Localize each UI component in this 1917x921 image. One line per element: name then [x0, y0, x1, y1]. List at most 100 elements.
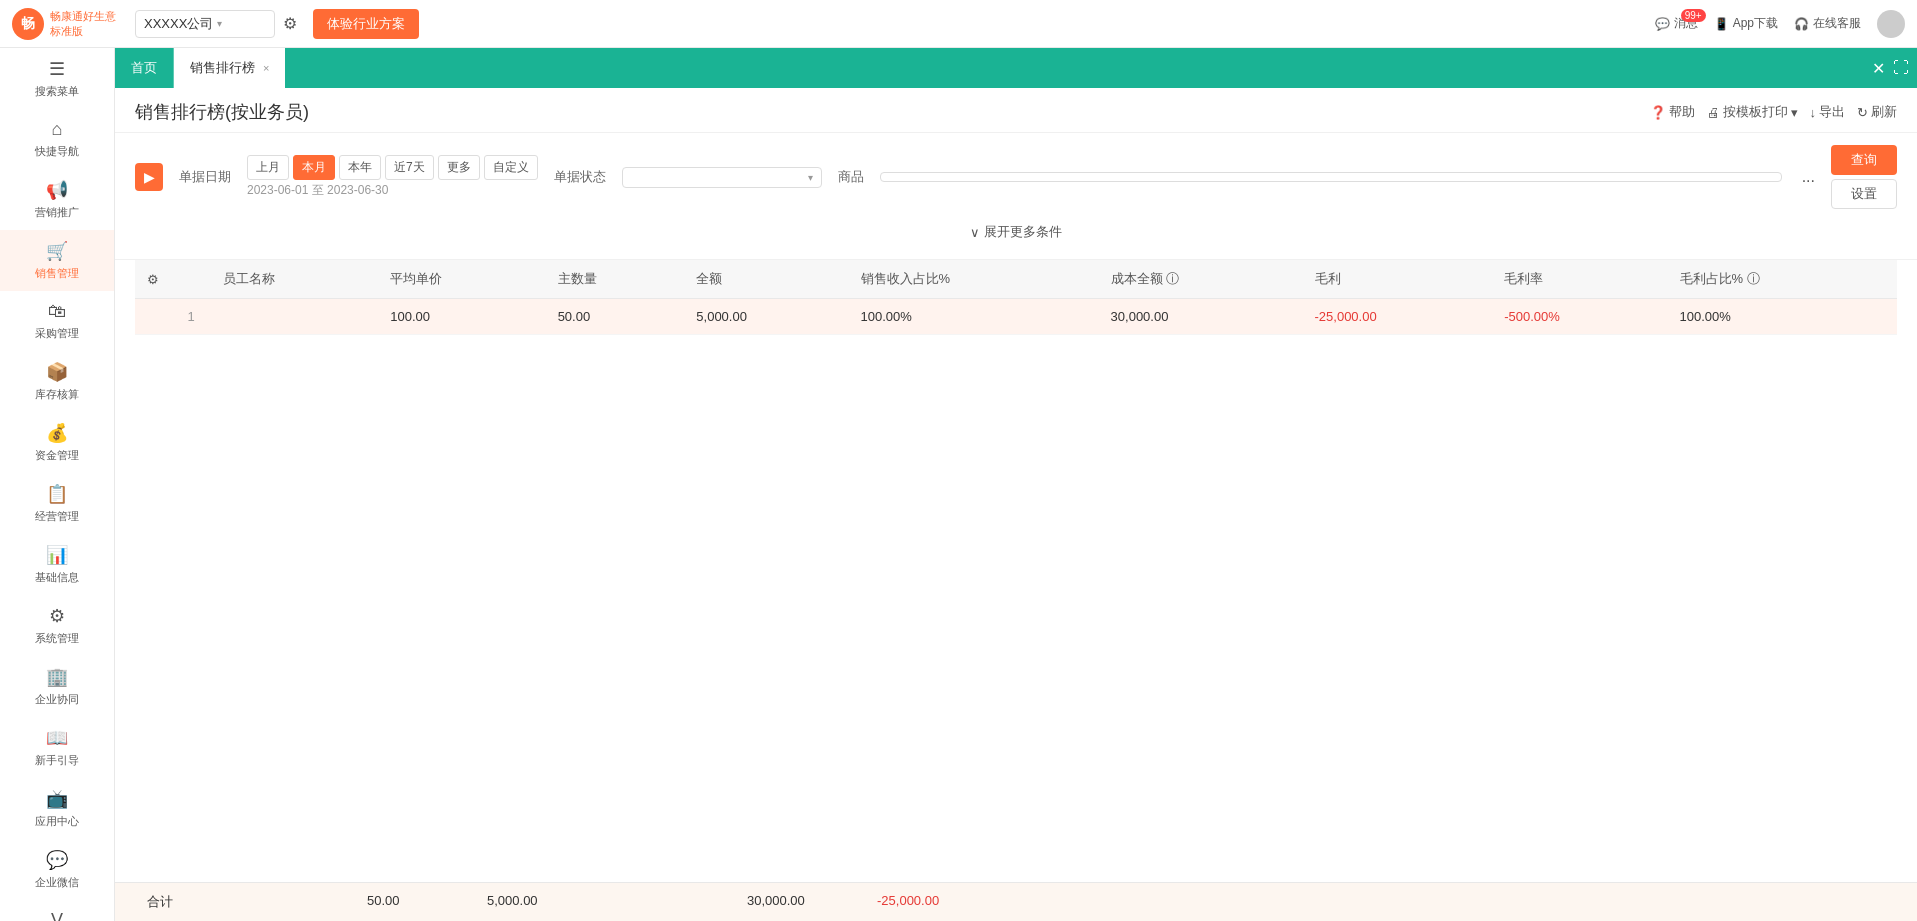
- date-btn-last-month[interactable]: 上月: [247, 155, 289, 180]
- tab-close-icon[interactable]: ×: [263, 62, 269, 74]
- date-label: 单据日期: [179, 168, 231, 186]
- table-area: ⚙ 员工名称 平均单价 主数量 全额 销售收入占比% 成本全额 ⓘ 毛利 毛: [115, 260, 1917, 882]
- export-btn[interactable]: ↓ 导出: [1810, 103, 1846, 121]
- online-support-btn[interactable]: 🎧 在线客服: [1794, 15, 1861, 32]
- page-header: 销售排行榜(按业务员) ❓ 帮助 🖨 按模板打印 ▾ ↓: [115, 88, 1917, 133]
- experience-btn[interactable]: 体验行业方案: [313, 9, 419, 39]
- col-rank: [171, 260, 211, 299]
- page-header-actions: ❓ 帮助 🖨 按模板打印 ▾ ↓ 导出 ↻: [1650, 103, 1898, 121]
- tab-home[interactable]: 首页: [115, 48, 174, 88]
- footer-gross: -25,000.00: [877, 893, 1007, 911]
- sidebar: ☰ 搜索菜单 ⌂ 快捷导航 📢 营销推广 🛒 销售管理 🛍 采购管理 📦 库存核…: [0, 48, 115, 921]
- row-rank: 1: [171, 299, 211, 335]
- app-download-btn[interactable]: 📱 App下载: [1714, 15, 1778, 32]
- date-btn-this-year[interactable]: 本年: [339, 155, 381, 180]
- row-gross-rate: -500.00%: [1492, 299, 1667, 335]
- sidebar-item-app-center[interactable]: 📺 应用中心: [0, 778, 114, 839]
- member-icon: V: [51, 910, 63, 921]
- table-footer: 合计 50.00 5,000.00 30,000.00 -25,000.00: [115, 882, 1917, 921]
- sidebar-item-enterprise-wechat[interactable]: 💬 企业微信: [0, 839, 114, 900]
- col-avg-price: 平均单价: [378, 260, 545, 299]
- sidebar-item-inventory[interactable]: 📦 库存核算: [0, 351, 114, 412]
- goods-label: 商品: [838, 168, 864, 186]
- logo: 畅 畅康通好生意 标准版: [12, 8, 127, 40]
- more-dots-btn[interactable]: ...: [1802, 168, 1815, 186]
- status-select[interactable]: ▾: [622, 167, 822, 188]
- logo-icon: 畅: [12, 8, 44, 40]
- logo-text: 畅康通好生意 标准版: [50, 9, 116, 38]
- row-gross: -25,000.00: [1303, 299, 1493, 335]
- message-btn[interactable]: 💬 消息 99+: [1655, 15, 1698, 32]
- col-gross-rate: 毛利率: [1492, 260, 1667, 299]
- print-btn[interactable]: 🖨 按模板打印 ▾: [1707, 103, 1798, 121]
- settings-btn[interactable]: 设置: [1831, 179, 1897, 209]
- topbar-settings-icon[interactable]: ⚙: [283, 14, 297, 33]
- sidebar-item-basic-info[interactable]: 📊 基础信息: [0, 534, 114, 595]
- row-sales-pct: 100.00%: [849, 299, 1099, 335]
- message-badge: 99+: [1681, 9, 1706, 22]
- row-settings-cell: [135, 299, 171, 335]
- content-area: 首页 销售排行榜 × ✕ ⛶ 销售排行榜(按业务员) ❓: [115, 48, 1917, 921]
- row-employee: [211, 299, 378, 335]
- sidebar-item-marketing[interactable]: 📢 营销推广: [0, 169, 114, 230]
- row-avg-price: 100.00: [378, 299, 545, 335]
- row-amount: 5,000.00: [684, 299, 848, 335]
- sidebar-item-operations[interactable]: 📋 经营管理: [0, 473, 114, 534]
- topbar: 畅 畅康通好生意 标准版 XXXXX公司 ▾ ⚙ 体验行业方案 💬 消息 99+…: [0, 0, 1917, 48]
- tab-sales-ranking[interactable]: 销售排行榜 ×: [174, 48, 285, 88]
- query-btn[interactable]: 查询: [1831, 145, 1897, 175]
- footer-amount: 5,000.00: [487, 893, 627, 911]
- basic-info-icon: 📊: [46, 544, 68, 566]
- finance-icon: 💰: [46, 422, 68, 444]
- filter-toggle-btn[interactable]: ▶: [135, 163, 163, 191]
- col-gross: 毛利: [1303, 260, 1493, 299]
- sidebar-item-search-order[interactable]: ☰ 搜索菜单: [0, 48, 114, 109]
- tab-window-close-icon[interactable]: ✕: [1872, 59, 1885, 78]
- chevron-down-icon: ▾: [217, 18, 222, 29]
- print-icon: 🖨: [1707, 105, 1720, 120]
- tab-right-controls: ✕ ⛶: [1872, 59, 1917, 78]
- date-btn-7days[interactable]: 近7天: [385, 155, 434, 180]
- col-amount: 全额: [684, 260, 848, 299]
- help-btn[interactable]: ❓ 帮助: [1650, 103, 1695, 121]
- expand-icon: ∨: [970, 225, 980, 240]
- date-btn-more[interactable]: 更多: [438, 155, 480, 180]
- sidebar-item-finance[interactable]: 💰 资金管理: [0, 412, 114, 473]
- row-gross-pct: 100.00%: [1668, 299, 1897, 335]
- avatar[interactable]: [1877, 10, 1905, 38]
- action-btns: 查询 设置: [1831, 145, 1897, 209]
- home-icon: ⌂: [52, 119, 63, 140]
- expand-conditions-btn[interactable]: ∨ 展开更多条件: [964, 217, 1068, 247]
- sidebar-item-quick-nav[interactable]: ⌂ 快捷导航: [0, 109, 114, 169]
- sidebar-item-purchase-mgmt[interactable]: 🛍 采购管理: [0, 291, 114, 351]
- topbar-right: 💬 消息 99+ 📱 App下载 🎧 在线客服: [1655, 10, 1905, 38]
- sidebar-item-enterprise-collab[interactable]: 🏢 企业协同: [0, 656, 114, 717]
- filter-expand-row: ∨ 展开更多条件: [135, 217, 1897, 247]
- page-content: 销售排行榜(按业务员) ❓ 帮助 🖨 按模板打印 ▾ ↓: [115, 88, 1917, 921]
- refresh-btn[interactable]: ↻ 刷新: [1857, 103, 1897, 121]
- table-header-row: ⚙ 员工名称 平均单价 主数量 全额 销售收入占比% 成本全额 ⓘ 毛利 毛: [135, 260, 1897, 299]
- col-gross-pct: 毛利占比% ⓘ: [1668, 260, 1897, 299]
- date-btn-custom[interactable]: 自定义: [484, 155, 538, 180]
- company-selector[interactable]: XXXXX公司 ▾: [135, 10, 275, 38]
- sidebar-item-system-mgmt[interactable]: ⚙ 系统管理: [0, 595, 114, 656]
- footer-main-qty: 50.00: [367, 893, 487, 911]
- print-chevron-icon: ▾: [1791, 105, 1798, 120]
- sidebar-item-member[interactable]: V 畅会员: [0, 900, 114, 921]
- footer-sales-pct-spacer: [627, 893, 747, 911]
- sidebar-item-beginner-guide[interactable]: 📖 新手引导: [0, 717, 114, 778]
- tab-maximize-icon[interactable]: ⛶: [1893, 59, 1909, 77]
- col-settings[interactable]: ⚙: [135, 260, 171, 299]
- sidebar-item-sales-mgmt[interactable]: 🛒 销售管理: [0, 230, 114, 291]
- operations-icon: 📋: [46, 483, 68, 505]
- footer-label: 合计: [147, 893, 367, 911]
- refresh-icon: ↻: [1857, 105, 1868, 120]
- date-btn-this-month[interactable]: 本月: [293, 155, 335, 180]
- filter-row: ▶ 单据日期 上月 本月 本年 近7天 更多 自定义: [135, 145, 1897, 209]
- column-settings-icon[interactable]: ⚙: [147, 272, 159, 287]
- col-sales-pct: 销售收入占比%: [849, 260, 1099, 299]
- purchase-icon: 🛍: [48, 301, 66, 322]
- goods-filter[interactable]: [880, 172, 1782, 182]
- message-icon: 💬: [1655, 17, 1670, 31]
- date-range-display: 2023-06-01 至 2023-06-30: [247, 182, 538, 199]
